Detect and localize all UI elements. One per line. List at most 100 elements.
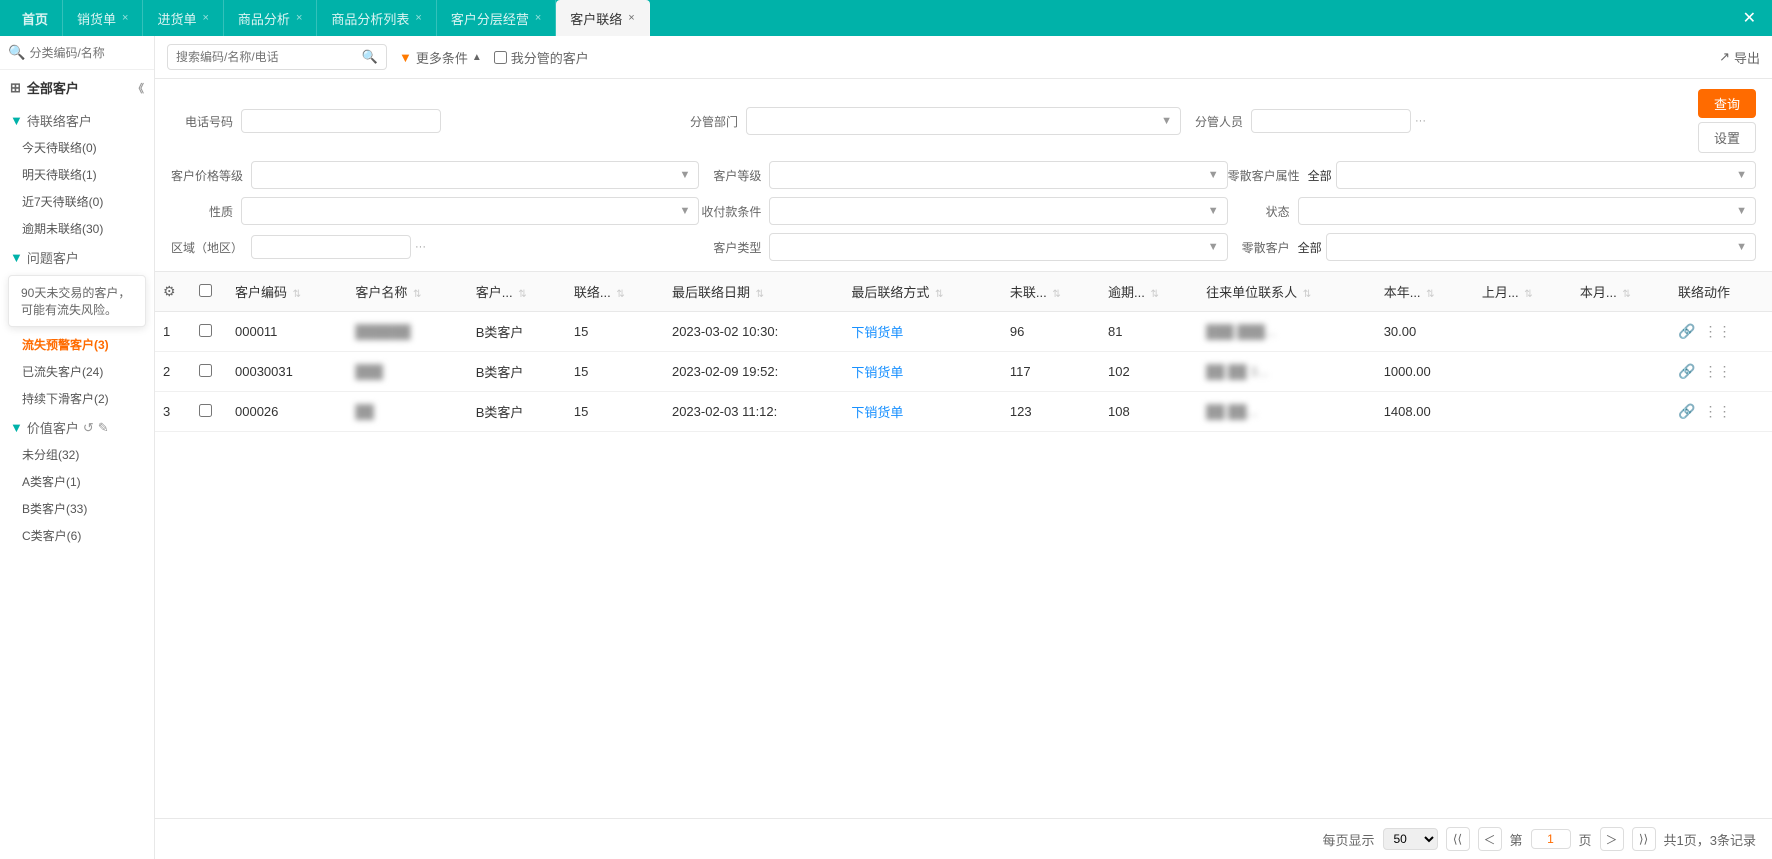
tab-customer-contact[interactable]: 客户联络 × [556,0,649,36]
arrow-icon: ▼ [10,113,23,128]
nature-select[interactable]: ▼ [241,197,699,225]
cell-this-year-2: 1408.00 [1376,392,1474,432]
window-close-button[interactable]: ✕ [1735,8,1764,28]
cell-uncontact-1: 117 [1002,352,1100,392]
tab-customer-layer[interactable]: 客户分层经营 × [437,0,556,36]
action-link-icon-0[interactable]: 🔗 [1678,323,1695,340]
phone-input[interactable] [241,109,441,133]
refresh-icon[interactable]: ↺ [83,420,94,436]
tab-product-analysis-list[interactable]: 商品分析列表 × [317,0,436,36]
payment-select[interactable]: ▼ [769,197,1227,225]
edit-icon[interactable]: ✎ [98,420,109,436]
section-value-customers[interactable]: ▼ 价值客户 ↺ ✎ [0,412,154,441]
region-input[interactable] [251,235,411,259]
sidebar-item-class-a[interactable]: A类客户(1) [0,468,154,495]
sidebar-item-overdue[interactable]: 逾期未联络(30) [0,215,154,242]
sidebar-item-churn-warning[interactable]: 流失预警客户(3) [0,331,154,358]
my-customers-checkbox[interactable]: 我分管的客户 [494,48,589,67]
tab-purchase-order[interactable]: 进货单 × [143,0,223,36]
cell-this-year-1: 1000.00 [1376,352,1474,392]
manager-more-icon[interactable]: ··· [1415,115,1426,127]
tab-close-product-analysis[interactable]: × [296,12,302,24]
action-more-icon-1[interactable]: ⋮⋮ [1703,363,1731,380]
sidebar-item-class-c[interactable]: C类客户(6) [0,522,154,549]
more-conditions-btn[interactable]: ▼ 更多条件 ▲ [399,48,482,67]
tab-home[interactable]: 首页 [8,0,63,36]
page-input[interactable] [1531,829,1571,849]
next-page-btn[interactable]: ＞ [1600,827,1624,851]
customer-type-select[interactable]: ▼ [769,233,1227,261]
region-more-icon[interactable]: ··· [415,241,426,253]
sidebar-item-declining[interactable]: 持续下滑客户(2) [0,385,154,412]
sidebar-item-class-b[interactable]: B类客户(33) [0,495,154,522]
customer-grade-select[interactable]: ▼ [769,161,1227,189]
table-header-row: ⚙ 客户编码 ⇅ 客户名称 ⇅ [155,272,1772,312]
cell-checkbox-0[interactable] [191,312,227,352]
cell-seq-0: 1 [155,312,191,352]
query-button[interactable]: 查询 [1698,89,1756,118]
action-more-icon-0[interactable]: ⋮⋮ [1703,323,1731,340]
manager-label: 分管人员 [1181,113,1251,130]
settings-icon[interactable]: ⚙ [163,283,176,299]
th-overdue: 逾期... ⇅ [1100,272,1198,312]
search-input[interactable] [176,50,358,64]
retail-attr-label: 零散客户属性 [1228,167,1308,184]
last-page-btn[interactable]: ⟩⟩ [1632,827,1656,851]
sort-contact-count-icon: ⇅ [616,289,624,300]
action-link-icon-2[interactable]: 🔗 [1678,403,1695,420]
dept-select[interactable]: ▼ [746,107,1181,135]
retail-customer-select[interactable]: ▼ [1326,233,1756,261]
search-submit-icon[interactable]: 🔍 [362,49,378,65]
action-more-icon-2[interactable]: ⋮⋮ [1703,403,1731,420]
tab-product-analysis[interactable]: 商品分析 × [224,0,317,36]
status-select[interactable]: ▼ [1298,197,1756,225]
filter-region: 区域（地区） ··· [171,235,699,259]
sidebar-item-tomorrow[interactable]: 明天待联络(1) [0,161,154,188]
first-page-btn[interactable]: ⟨⟨ [1446,827,1470,851]
sort-uncontacted-icon: ⇅ [1052,289,1060,300]
retail-attr-select[interactable]: ▼ [1336,161,1756,189]
cell-checkbox-2[interactable] [191,392,227,432]
tab-sales-order[interactable]: 销货单 × [63,0,143,36]
cell-uncontact-0: 96 [1002,312,1100,352]
th-this-month: 本月... ⇅ [1572,272,1670,312]
tab-close-product-analysis-list[interactable]: × [415,12,421,24]
section-problem-customers[interactable]: ▼ 问题客户 [0,242,154,271]
section-pending-contact[interactable]: ▼ 待联络客户 [0,105,154,134]
cell-checkbox-1[interactable] [191,352,227,392]
sidebar-item-today[interactable]: 今天待联络(0) [0,134,154,161]
th-actions: 联络动作 [1670,272,1772,312]
export-button[interactable]: ↗ 导出 [1719,48,1760,67]
sidebar-item-7days[interactable]: 近7天待联络(0) [0,188,154,215]
all-customers-header[interactable]: ⊞ 全部客户 《 [0,70,154,105]
th-checkbox [191,272,227,312]
per-page-select[interactable]: 50 100 200 [1383,828,1438,850]
retail-attr-value: 全部 [1308,167,1332,184]
sidebar-item-churned[interactable]: 已流失客户(24) [0,358,154,385]
cell-overdue-2: 108 [1100,392,1198,432]
table-body: 1 000011 ██████ B类客户 15 2023-03-02 10:30… [155,312,1772,432]
th-contact-count: 联络... ⇅ [566,272,664,312]
manager-input[interactable] [1251,109,1411,133]
filter-phone: 电话号码 [171,109,676,133]
tab-close-purchase-order[interactable]: × [202,12,208,24]
tab-close-sales-order[interactable]: × [122,12,128,24]
action-link-icon-1[interactable]: 🔗 [1678,363,1695,380]
select-all-checkbox[interactable] [199,284,212,297]
sidebar-item-ungrouped[interactable]: 未分组(32) [0,441,154,468]
filter-price-grade: 客户价格等级 ▼ [171,161,699,189]
settings-button[interactable]: 设置 [1698,122,1756,153]
filter-manager: 分管人员 ··· [1181,109,1686,133]
sidebar-search-input[interactable] [29,46,146,60]
nature-dropdown-icon: ▼ [679,205,690,217]
price-grade-select[interactable]: ▼ [251,161,699,189]
my-customers-check[interactable] [494,51,507,64]
prev-page-btn[interactable]: ＜ [1478,827,1502,851]
total-records-label: 共1页，3条记录 [1664,830,1756,849]
tab-close-customer-layer[interactable]: × [535,12,541,24]
cell-last-way-1[interactable]: 下销货单 [843,352,1002,392]
retail-attr-dropdown-icon: ▼ [1736,169,1747,181]
cell-last-way-2[interactable]: 下销货单 [843,392,1002,432]
tab-close-customer-contact[interactable]: × [628,12,634,24]
cell-last-way-0[interactable]: 下销货单 [843,312,1002,352]
